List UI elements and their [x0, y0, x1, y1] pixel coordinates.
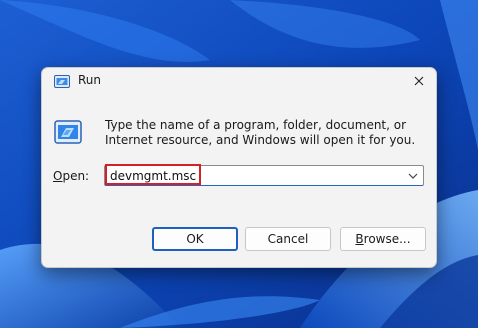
window-title: Run — [78, 73, 102, 87]
dialog-description: Type the name of a program, folder, docu… — [105, 118, 416, 147]
cancel-button[interactable]: Cancel — [245, 227, 331, 251]
close-button[interactable] — [408, 71, 430, 91]
browse-label: rowse... — [363, 232, 411, 246]
browse-button[interactable]: Browse... — [340, 227, 426, 251]
ok-button[interactable]: OK — [152, 227, 238, 251]
open-label-text: pen: — [62, 169, 90, 183]
open-combobox[interactable] — [104, 165, 424, 186]
run-icon — [54, 120, 82, 144]
close-icon — [414, 76, 424, 86]
run-dialog: Run Type the name of a program, folder, … — [41, 67, 437, 268]
open-input[interactable] — [110, 167, 390, 184]
title-bar[interactable]: Run — [42, 68, 436, 94]
open-label: Open: — [53, 169, 89, 183]
browse-accelerator: B — [355, 232, 364, 246]
chevron-down-icon[interactable] — [406, 169, 420, 183]
run-icon — [54, 75, 70, 88]
